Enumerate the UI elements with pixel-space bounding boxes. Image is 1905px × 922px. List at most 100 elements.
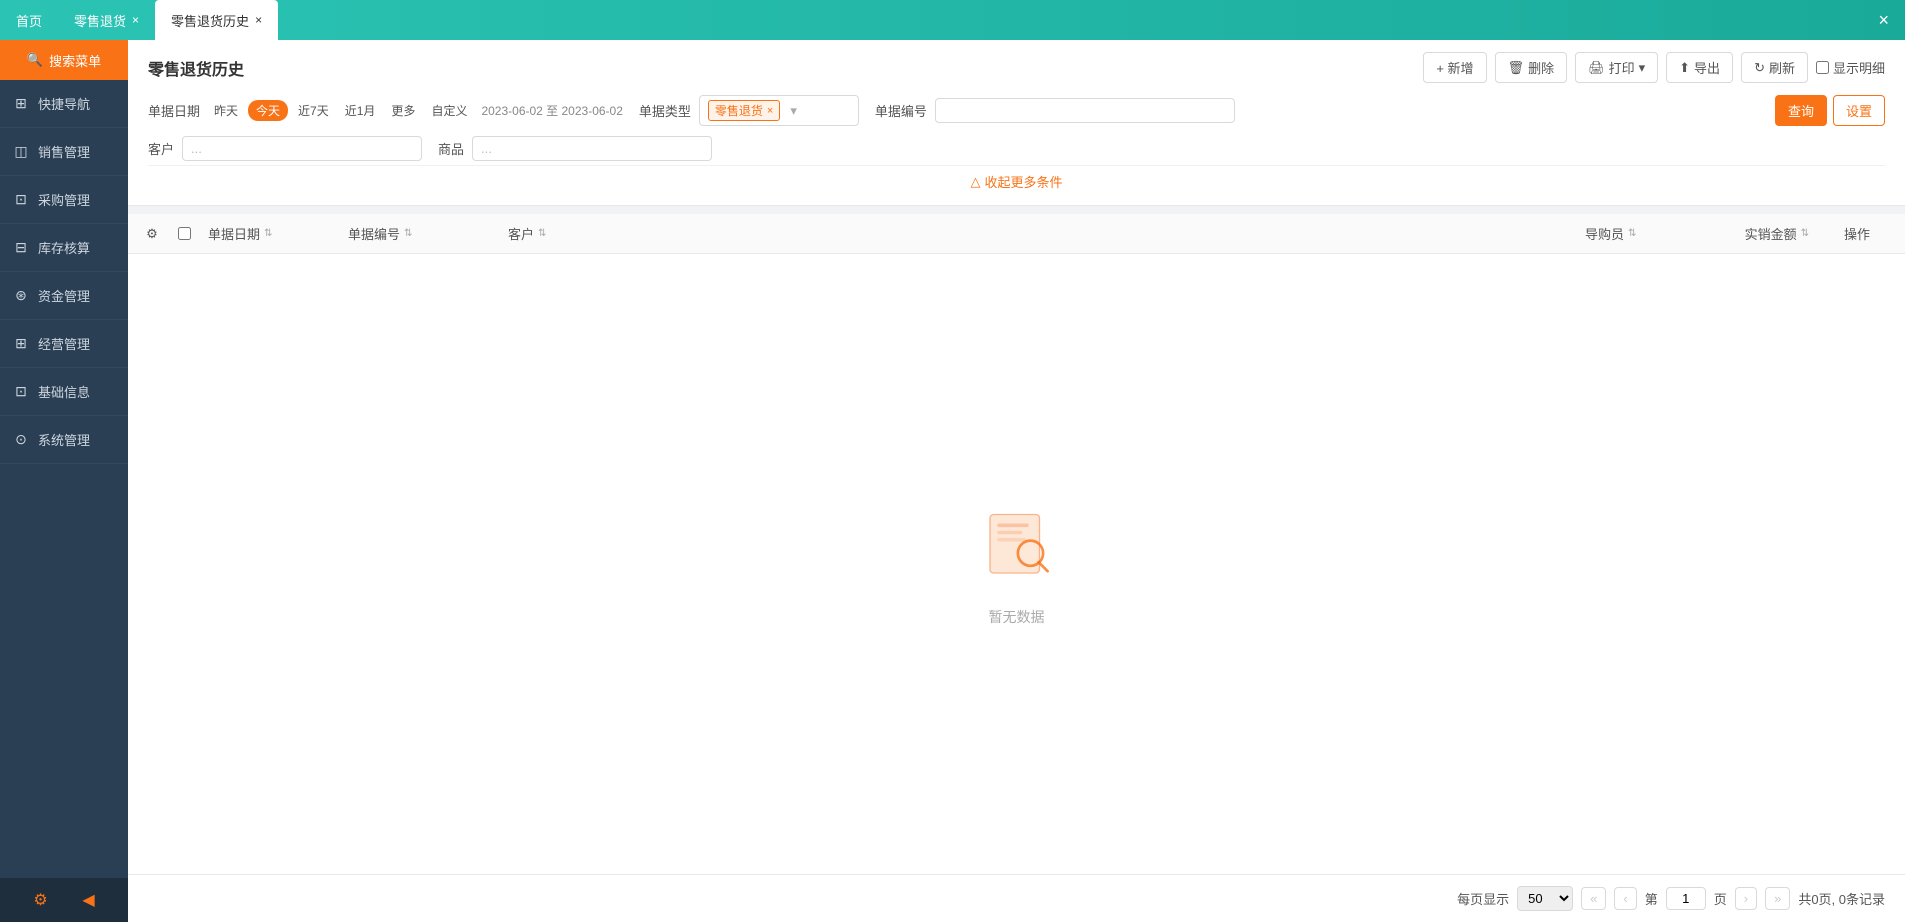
collapse-up-icon: △ [970, 174, 980, 190]
export-button[interactable]: ⬆ 导出 [1666, 52, 1733, 83]
type-tag: 零售退货 × [708, 100, 780, 121]
sidebar: 🔍 搜索菜单 ⊞ 快捷导航 ◫ 销售管理 ⊡ 采购管理 ⊟ 库存核算 ⊛ 资金管 [0, 40, 128, 922]
header-actions: + 新增 🗑 删除 🖨 打印 ▾ ⬆ 导出 ↻ [1423, 52, 1885, 83]
sidebar-item-shortcuts[interactable]: ⊞ 快捷导航 [0, 80, 128, 128]
sort-date-icon: ⇅ [264, 228, 272, 239]
delete-button[interactable]: 🗑 删除 [1495, 52, 1568, 83]
sort-num-icon: ⇅ [404, 228, 412, 239]
top-bar: 首页 零售退货 × 零售退货历史 × × [0, 0, 1905, 40]
date-buttons: 昨天 今天 近7天 近1月 更多 自定义 [208, 100, 473, 121]
sidebar-item-purchase[interactable]: ⊡ 采购管理 [0, 176, 128, 224]
shortcuts-icon: ⊞ [12, 95, 30, 112]
window-close-button[interactable]: × [1862, 10, 1905, 31]
system-icon: ⊙ [12, 431, 30, 448]
sidebar-item-operation[interactable]: ⊞ 经营管理 [0, 320, 128, 368]
sidebar-item-label: 采购管理 [38, 190, 90, 209]
date-btn-custom[interactable]: 自定义 [425, 100, 473, 121]
sidebar-item-system[interactable]: ⊙ 系统管理 [0, 416, 128, 464]
sidebar-item-sales[interactable]: ◫ 销售管理 [0, 128, 128, 176]
finance-icon: ⊛ [12, 287, 30, 304]
sort-amount-icon: ⇅ [1801, 228, 1809, 239]
operation-icon: ⊞ [12, 335, 30, 352]
query-buttons: 查询 设置 [1775, 95, 1885, 126]
print-dropdown-icon: ▾ [1639, 60, 1646, 76]
sidebar-item-label: 快捷导航 [38, 94, 90, 113]
customer-input[interactable]: ... [182, 136, 422, 161]
refresh-icon: ↻ [1754, 60, 1765, 76]
type-tag-close[interactable]: × [767, 105, 773, 117]
tab-retail-return-history[interactable]: 零售退货历史 × [155, 0, 278, 40]
select-all-checkbox[interactable] [178, 227, 191, 240]
setting-button[interactable]: 设置 [1833, 95, 1885, 126]
th-guide[interactable]: 导购员 ⇅ [1577, 224, 1697, 243]
th-action: 操作 [1817, 224, 1897, 243]
sidebar-search-button[interactable]: 🔍 搜索菜单 [0, 40, 128, 80]
date-filter: 单据日期 昨天 今天 近7天 近1月 更多 自定义 2023-06-02 至 2… [148, 100, 623, 121]
th-customer[interactable]: 客户 ⇅ [500, 224, 1577, 243]
add-button[interactable]: + 新增 [1423, 52, 1486, 83]
tab-retail-return-close[interactable]: × [132, 13, 139, 27]
voucher-filter-label: 单据编号 [875, 101, 927, 120]
date-btn-1month[interactable]: 近1月 [339, 100, 382, 121]
goods-filter: 商品 ... [438, 136, 712, 161]
date-filter-label: 单据日期 [148, 101, 200, 120]
purchase-icon: ⊡ [12, 191, 30, 208]
th-num[interactable]: 单据编号 ⇅ [340, 224, 500, 243]
empty-illustration [972, 501, 1062, 591]
collapse-button[interactable]: △ 收起更多条件 [148, 165, 1885, 197]
tab-home[interactable]: 首页 [0, 0, 58, 40]
filter-row-1: 单据日期 昨天 今天 近7天 近1月 更多 自定义 2023-06-02 至 2… [148, 95, 1885, 126]
customer-filter-label: 客户 [148, 139, 174, 158]
basic-info-icon: ⊡ [12, 383, 30, 400]
th-amount[interactable]: 实销金额 ⇅ [1697, 224, 1817, 243]
sidebar-item-label: 销售管理 [38, 142, 90, 161]
date-btn-7days[interactable]: 近7天 [292, 100, 335, 121]
sidebar-item-label: 库存核算 [38, 238, 90, 257]
page-size-select[interactable]: 50 10 20 100 [1517, 886, 1573, 911]
content-area: 零售退货历史 + 新增 🗑 删除 🖨 打印 ▾ ⬆ 导出 [128, 40, 1905, 922]
date-btn-today[interactable]: 今天 [248, 100, 288, 121]
th-checkbox[interactable] [168, 227, 200, 240]
next-page-button[interactable]: › [1735, 887, 1757, 910]
first-page-button[interactable]: « [1581, 887, 1606, 910]
sidebar-item-inventory[interactable]: ⊟ 库存核算 [0, 224, 128, 272]
filter-row-2: 客户 ... 商品 ... [148, 136, 1885, 161]
delete-icon: 🗑 [1508, 60, 1525, 76]
print-button[interactable]: 🖨 打印 ▾ [1575, 52, 1658, 83]
show-detail-checkbox[interactable]: 显示明细 [1816, 58, 1885, 77]
goods-input[interactable]: ... [472, 136, 712, 161]
inventory-icon: ⊟ [12, 239, 30, 256]
tab-retail-return-history-close[interactable]: × [255, 13, 262, 27]
tab-retail-return[interactable]: 零售退货 × [58, 0, 155, 40]
voucher-filter: 单据编号 [875, 98, 1235, 123]
page-input[interactable] [1666, 887, 1706, 910]
table-wrapper: ⚙ 单据日期 ⇅ 单据编号 ⇅ 客户 ⇅ 导购员 [128, 214, 1905, 874]
sidebar-collapse-button[interactable]: ◀ [82, 890, 94, 910]
prev-page-button[interactable]: ‹ [1614, 887, 1636, 910]
goods-filter-label: 商品 [438, 139, 464, 158]
empty-state: 暂无数据 [128, 254, 1905, 874]
date-range-display: 2023-06-02 至 2023-06-02 [481, 102, 622, 119]
sidebar-item-basic-info[interactable]: ⊡ 基础信息 [0, 368, 128, 416]
type-select[interactable]: 零售退货 × ▾ [699, 95, 859, 126]
main-layout: 🔍 搜索菜单 ⊞ 快捷导航 ◫ 销售管理 ⊡ 采购管理 ⊟ 库存核算 ⊛ 资金管 [0, 40, 1905, 922]
date-btn-yesterday[interactable]: 昨天 [208, 100, 244, 121]
th-date[interactable]: 单据日期 ⇅ [200, 224, 340, 243]
th-settings[interactable]: ⚙ [136, 226, 168, 242]
refresh-button[interactable]: ↻ 刷新 [1741, 52, 1808, 83]
sidebar-settings-button[interactable]: ⚙ [33, 890, 47, 910]
sort-guide-icon: ⇅ [1628, 228, 1636, 239]
sidebar-nav: ⊞ 快捷导航 ◫ 销售管理 ⊡ 采购管理 ⊟ 库存核算 ⊛ 资金管理 ⊞ 经营管… [0, 80, 128, 878]
tab-list: 首页 零售退货 × 零售退货历史 × [0, 0, 1862, 40]
last-page-button[interactable]: » [1765, 887, 1790, 910]
export-icon: ⬆ [1679, 60, 1690, 76]
page-header: 零售退货历史 + 新增 🗑 删除 🖨 打印 ▾ ⬆ 导出 [128, 40, 1905, 206]
sidebar-item-finance[interactable]: ⊛ 资金管理 [0, 272, 128, 320]
filter-area: 单据日期 昨天 今天 近7天 近1月 更多 自定义 2023-06-02 至 2… [148, 95, 1885, 205]
type-filter: 单据类型 零售退货 × ▾ [639, 95, 859, 126]
date-btn-more[interactable]: 更多 [385, 100, 421, 121]
voucher-input[interactable] [935, 98, 1235, 123]
sidebar-item-label: 经营管理 [38, 334, 90, 353]
sidebar-item-label: 系统管理 [38, 430, 90, 449]
query-button[interactable]: 查询 [1775, 95, 1827, 126]
